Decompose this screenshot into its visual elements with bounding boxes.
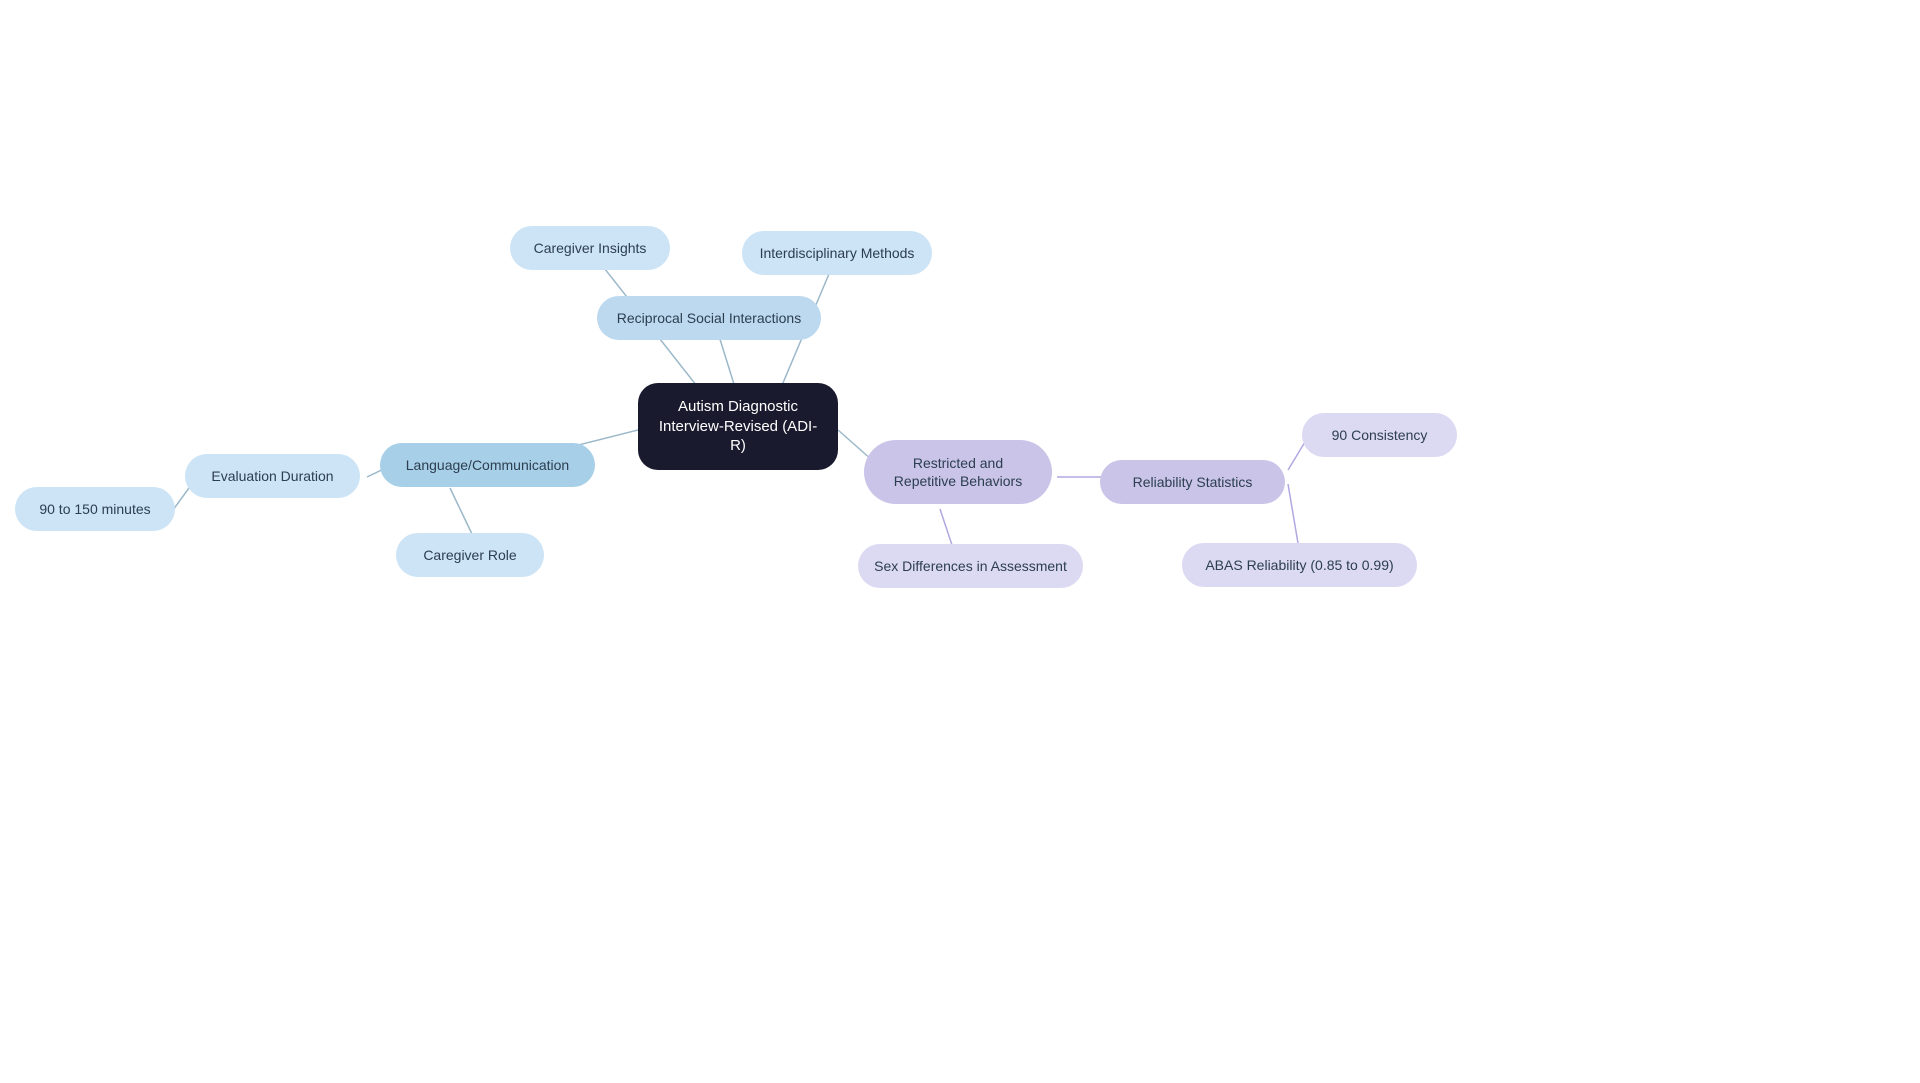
language-communication-node[interactable]: Language/Communication xyxy=(380,443,595,487)
center-node[interactable]: Autism Diagnostic Interview-Revised (ADI… xyxy=(638,383,838,470)
abas-reliability-node[interactable]: ABAS Reliability (0.85 to 0.99) xyxy=(1182,543,1417,587)
ninety-to-150-node[interactable]: 90 to 150 minutes xyxy=(15,487,175,531)
reliability-statistics-node[interactable]: Reliability Statistics xyxy=(1100,460,1285,504)
caregiver-role-node[interactable]: Caregiver Role xyxy=(396,533,544,577)
sex-differences-node[interactable]: Sex Differences in Assessment xyxy=(858,544,1083,588)
reciprocal-social-node[interactable]: Reciprocal Social Interactions xyxy=(597,296,821,340)
evaluation-duration-node[interactable]: Evaluation Duration xyxy=(185,454,360,498)
restricted-repetitive-node[interactable]: Restricted and Repetitive Behaviors xyxy=(864,440,1052,504)
interdisciplinary-node[interactable]: Interdisciplinary Methods xyxy=(742,231,932,275)
caregiver-insights-node[interactable]: Caregiver Insights xyxy=(510,226,670,270)
ninety-consistency-node[interactable]: 90 Consistency xyxy=(1302,413,1457,457)
